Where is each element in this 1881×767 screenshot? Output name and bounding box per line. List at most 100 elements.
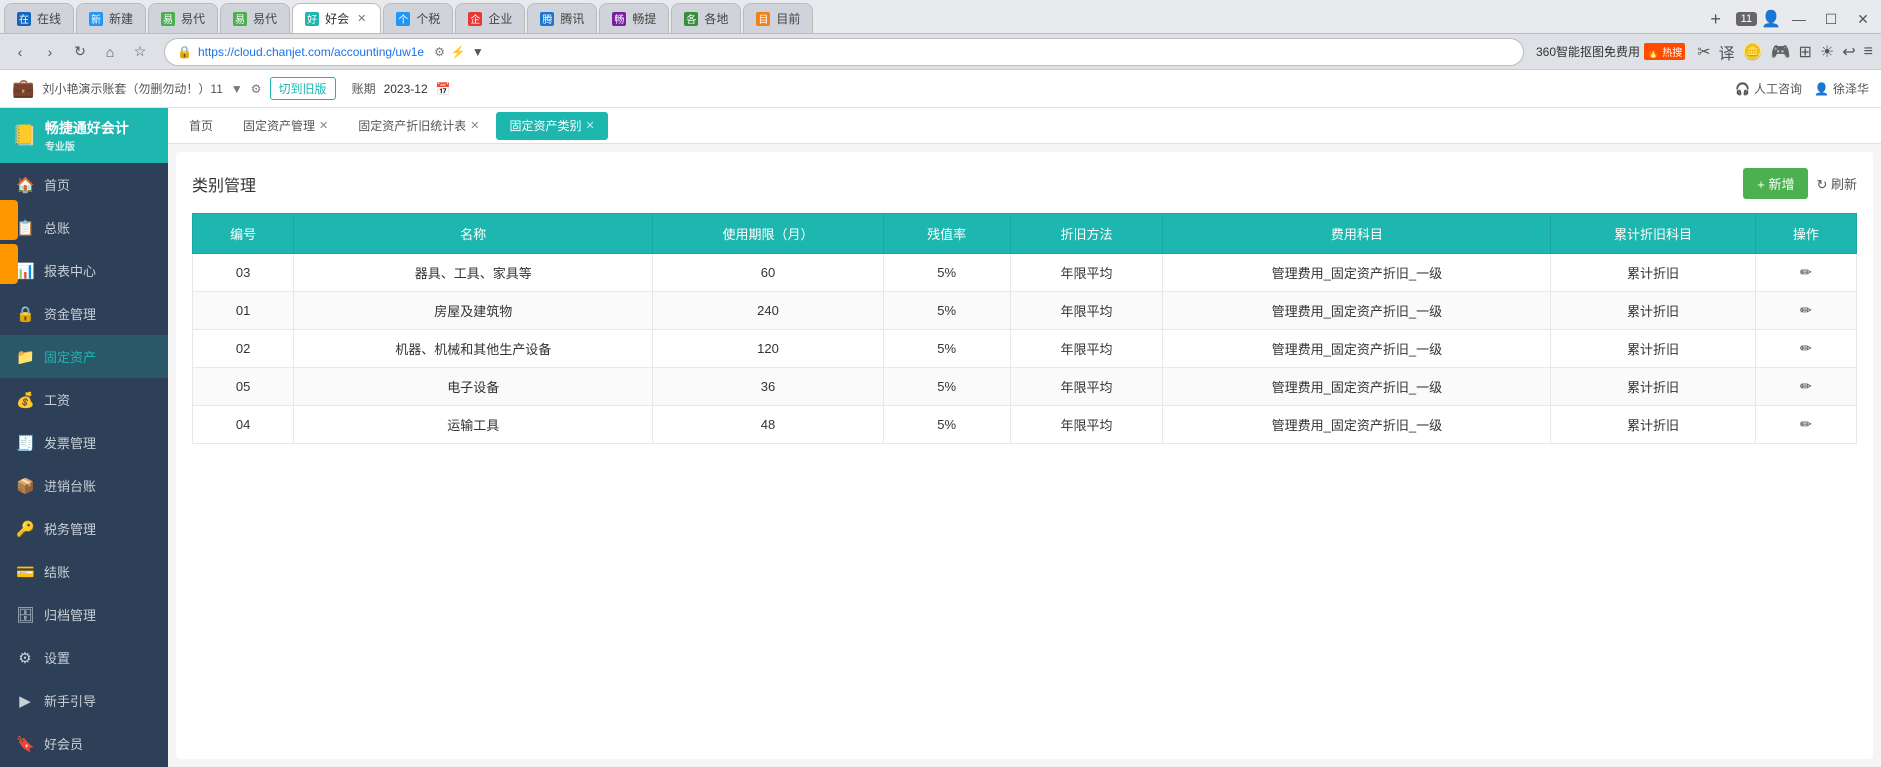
cell-code[interactable]: 04 bbox=[193, 406, 294, 444]
customer-service-button[interactable]: 🎧 人工咨询 bbox=[1735, 80, 1802, 97]
sidebar-item-settle[interactable]: 💳结账 bbox=[0, 550, 168, 593]
browser-nav-bar: ‹ › ↻ ⌂ ☆ 🔒 https://cloud.chanjet.com/ac… bbox=[0, 34, 1881, 70]
bookmark-button[interactable]: ☆ bbox=[128, 40, 152, 64]
cell-code[interactable]: 01 bbox=[193, 292, 294, 330]
grid-icon[interactable]: ⊞ bbox=[1799, 42, 1812, 62]
logo-text: 畅捷通好会计 bbox=[45, 118, 129, 138]
page-tab-close-fixed-asset-mgmt[interactable]: ✕ bbox=[319, 119, 328, 132]
back-button[interactable]: ‹ bbox=[8, 40, 32, 64]
switch-version-button[interactable]: 切到旧版 bbox=[270, 77, 336, 100]
site-info-icon[interactable]: ⚙ bbox=[434, 45, 445, 59]
undo-icon[interactable]: ↩ bbox=[1842, 42, 1855, 62]
new-tab-button[interactable]: + bbox=[1702, 5, 1730, 33]
menu-icon[interactable]: ≡ bbox=[1864, 43, 1873, 61]
page-tab-close-depreciation-stat[interactable]: ✕ bbox=[470, 119, 479, 132]
cell-code[interactable]: 05 bbox=[193, 368, 294, 406]
cell-accumulated: 累计折旧 bbox=[1551, 254, 1755, 292]
browser-tab-tab2[interactable]: 新新建 bbox=[76, 3, 146, 33]
browser-tab-tab3[interactable]: 易易代 bbox=[148, 3, 218, 33]
cell-code[interactable]: 02 bbox=[193, 330, 294, 368]
sidebar-icon-tax: 🔑 bbox=[16, 520, 34, 538]
user-account-name: 刘小艳演示账套（勿删勿动！）11 bbox=[42, 80, 222, 97]
add-category-button[interactable]: + 新增 bbox=[1743, 168, 1808, 199]
cut-icon[interactable]: ✂ bbox=[1697, 42, 1710, 62]
translate-icon[interactable]: 译 bbox=[1719, 40, 1735, 64]
address-bar[interactable]: 🔒 https://cloud.chanjet.com/accounting/u… bbox=[164, 38, 1524, 66]
refresh-button[interactable]: ↻ 刷新 bbox=[1816, 174, 1857, 193]
browser-tab-tab4[interactable]: 易易代 bbox=[220, 3, 290, 33]
left-pill-1[interactable] bbox=[0, 200, 18, 240]
home-button[interactable]: ⌂ bbox=[98, 40, 122, 64]
lock-icon: 🔒 bbox=[177, 45, 192, 59]
forward-button[interactable]: › bbox=[38, 40, 62, 64]
sidebar-nav: 🏠首页📋总账📊报表中心🔒资金管理📁固定资产💰工资🧾发票管理📦进销台账🔑税务管理💳… bbox=[0, 163, 168, 765]
page-tab-depreciation-stat[interactable]: 固定资产折旧统计表 ✕ bbox=[345, 112, 492, 140]
cell-months: 240 bbox=[653, 292, 883, 330]
cell-action[interactable]: ✏ bbox=[1755, 292, 1856, 330]
sidebar-item-invoice[interactable]: 🧾发票管理 bbox=[0, 421, 168, 464]
sidebar-item-tax[interactable]: 🔑税务管理 bbox=[0, 507, 168, 550]
browser-tab-tab8[interactable]: 腾腾讯 bbox=[527, 3, 597, 33]
tab-close-tab5[interactable]: ✕ bbox=[355, 12, 368, 25]
cell-code[interactable]: 03 bbox=[193, 254, 294, 292]
browser-tab-tab5[interactable]: 好好会✕ bbox=[292, 3, 381, 33]
left-pill-2[interactable] bbox=[0, 244, 18, 284]
sidebar-item-ledger[interactable]: 📋总账 bbox=[0, 206, 168, 249]
sidebar-label-settings: 设置 bbox=[44, 648, 70, 667]
browser-tab-tab9[interactable]: 畅畅提 bbox=[599, 3, 669, 33]
col-code: 编号 bbox=[193, 214, 294, 254]
calendar-icon[interactable]: 📅 bbox=[436, 82, 451, 96]
sidebar-item-fixed-asset[interactable]: 📁固定资产 bbox=[0, 335, 168, 378]
tab-icon-tab2: 新 bbox=[89, 12, 103, 26]
cell-action[interactable]: ✏ bbox=[1755, 254, 1856, 292]
profile-icon[interactable]: 👤 bbox=[1761, 9, 1781, 29]
cell-action[interactable]: ✏ bbox=[1755, 368, 1856, 406]
sidebar-icon-fund: 🔒 bbox=[16, 305, 34, 323]
sidebar-item-settings[interactable]: ⚙设置 bbox=[0, 636, 168, 679]
game-icon[interactable]: 🎮 bbox=[1771, 42, 1791, 62]
cell-months: 48 bbox=[653, 406, 883, 444]
lightning-icon[interactable]: ⚡ bbox=[451, 45, 466, 59]
sidebar-label-invoice: 发票管理 bbox=[44, 433, 96, 452]
browser-tab-tab1[interactable]: 在在线 bbox=[4, 3, 74, 33]
tab-label-tab6: 个税 bbox=[416, 10, 440, 27]
sidebar-item-home[interactable]: 🏠首页 bbox=[0, 163, 168, 206]
cell-action[interactable]: ✏ bbox=[1755, 406, 1856, 444]
cell-action[interactable]: ✏ bbox=[1755, 330, 1856, 368]
col-months: 使用期限（月） bbox=[653, 214, 883, 254]
close-button[interactable]: ✕ bbox=[1849, 5, 1877, 33]
page-tab-fixed-asset-mgmt[interactable]: 固定资产管理 ✕ bbox=[230, 112, 341, 140]
col-expense: 费用科目 bbox=[1163, 214, 1551, 254]
sidebar-item-guide[interactable]: ▶新手引导 bbox=[0, 679, 168, 722]
browser-tab-tab7[interactable]: 企企业 bbox=[455, 3, 525, 33]
sidebar-item-report[interactable]: 📊报表中心 bbox=[0, 249, 168, 292]
dropdown-arrow[interactable]: ▼ bbox=[231, 82, 243, 96]
refresh-button[interactable]: ↻ bbox=[68, 40, 92, 64]
minimize-button[interactable]: — bbox=[1785, 5, 1813, 33]
user-profile-button[interactable]: 👤 徐泽华 bbox=[1814, 80, 1869, 97]
browser-tab-tab6[interactable]: 个个税 bbox=[383, 3, 453, 33]
sidebar-icon-report: 📊 bbox=[16, 262, 34, 280]
search-text: 360智能抠图免费用 bbox=[1536, 43, 1640, 60]
dropdown-icon[interactable]: ▼ bbox=[472, 45, 484, 59]
coin-icon[interactable]: 🪙 bbox=[1743, 42, 1763, 62]
page-tab-category[interactable]: 固定资产类别 ✕ bbox=[496, 112, 607, 140]
sidebar-label-more: 好会员 bbox=[44, 734, 83, 753]
maximize-button[interactable]: ☐ bbox=[1817, 5, 1845, 33]
sidebar-item-archive[interactable]: 🗄归档管理 bbox=[0, 593, 168, 636]
sidebar-item-fund[interactable]: 🔒资金管理 bbox=[0, 292, 168, 335]
cell-months: 36 bbox=[653, 368, 883, 406]
cell-months: 120 bbox=[653, 330, 883, 368]
sidebar-item-salary[interactable]: 💰工资 bbox=[0, 378, 168, 421]
table-row: 01房屋及建筑物2405%年限平均管理费用_固定资产折旧_一级累计折旧✏ bbox=[193, 292, 1857, 330]
col-method: 折旧方法 bbox=[1010, 214, 1163, 254]
sidebar-item-more[interactable]: 🔖好会员 bbox=[0, 722, 168, 765]
browser-tab-tab10[interactable]: 各各地 bbox=[671, 3, 741, 33]
browser-tab-tab11[interactable]: 目目前 bbox=[743, 3, 813, 33]
tab-icon-tab3: 易 bbox=[161, 12, 175, 26]
sidebar-item-inventory[interactable]: 📦进销台账 bbox=[0, 464, 168, 507]
page-tab-close-category[interactable]: ✕ bbox=[586, 119, 595, 132]
brightness-icon[interactable]: ☀ bbox=[1820, 42, 1834, 62]
settings-icon[interactable]: ⚙ bbox=[251, 82, 262, 96]
page-tab-home[interactable]: 首页 bbox=[176, 112, 226, 140]
